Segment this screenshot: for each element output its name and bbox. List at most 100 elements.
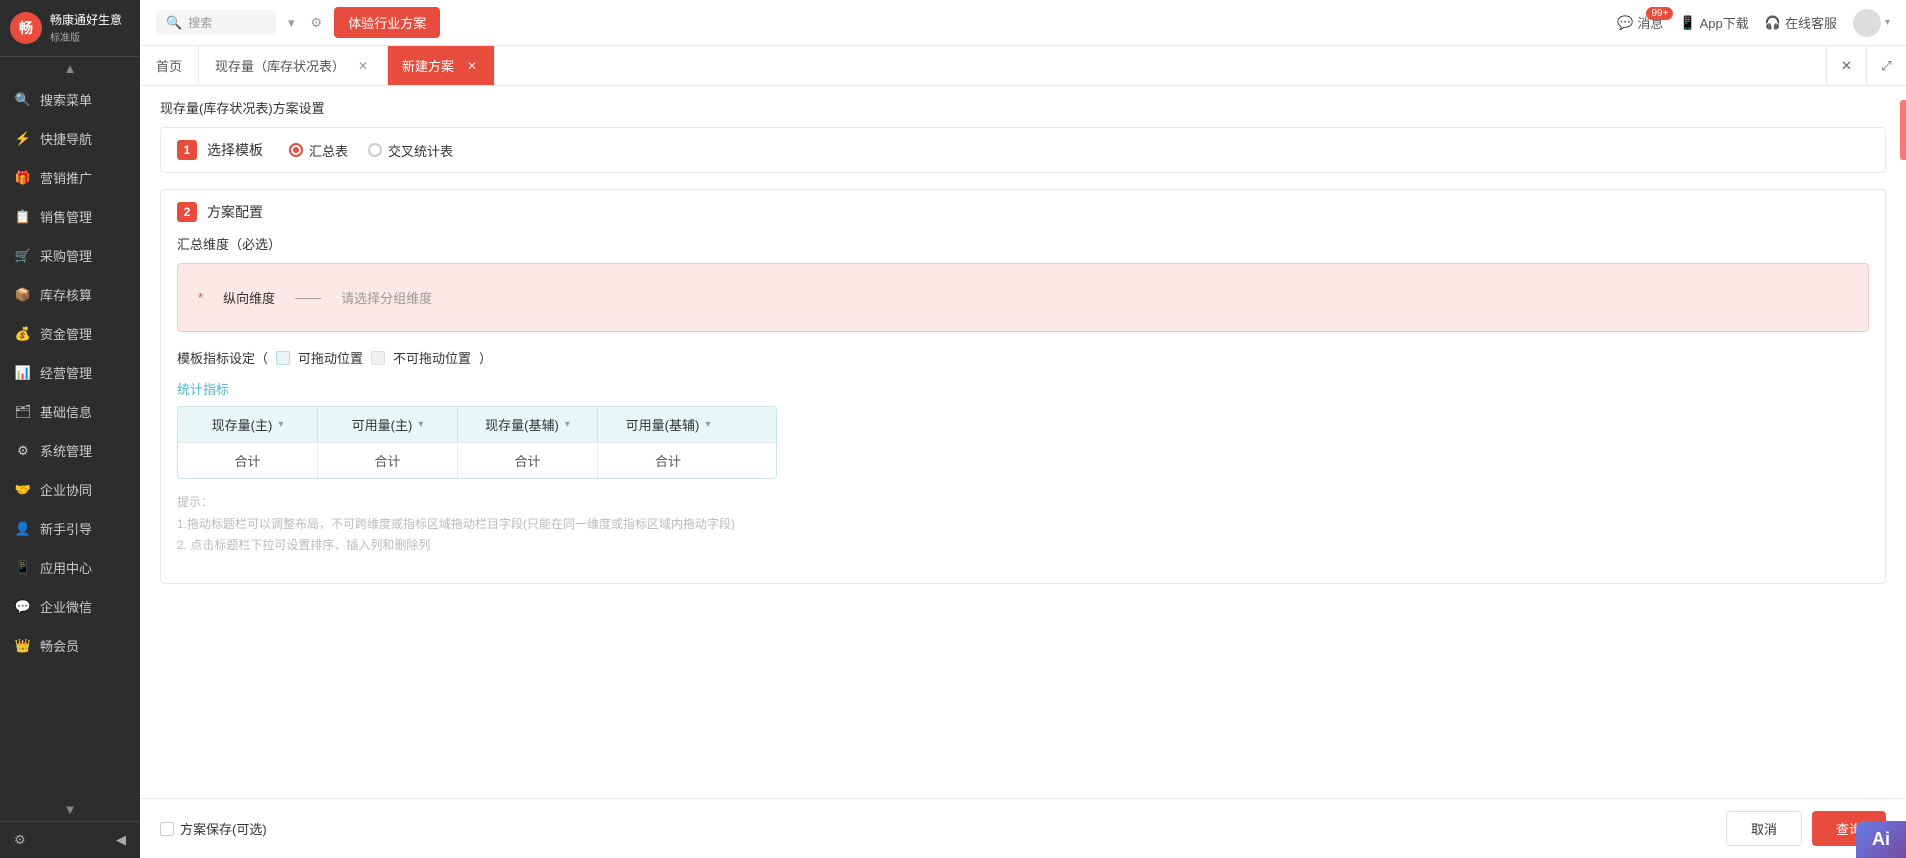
radio-cross-circle [368,143,382,157]
sidebar: 畅 畅康通好生意 标准版 ▲ 🔍 搜索菜单 ⚡ 快捷导航 🎁 营销推广 📋 销售… [0,0,140,858]
collapse-icon[interactable]: ◀ [116,832,126,848]
sales-icon: 📋 [14,208,32,226]
contract-icon: 🤝 [14,481,32,499]
sidebar-item-label: 企业协同 [40,480,92,499]
stats-table-header: 现存量(主) ▾ 可用量(主) ▾ 现存量(基辅) ▾ [178,407,776,442]
ai-badge[interactable]: Ai [1856,821,1906,858]
stats-col-2-label: 可用量(主) [352,415,413,434]
sidebar-item-label: 资金管理 [40,324,92,343]
tab-home[interactable]: 首页 [140,46,199,85]
message-btn[interactable]: 💬 消息 99+ [1617,13,1663,32]
operations-icon: 📊 [14,364,32,382]
sidebar-item-marketing[interactable]: 🎁 营销推广 [0,158,140,197]
stats-col-1[interactable]: 现存量(主) ▾ [178,407,318,442]
tab-new-scheme[interactable]: 新建方案 ✕ [388,46,495,85]
sidebar-item-app-center[interactable]: 📱 应用中心 [0,548,140,587]
save-option[interactable]: 方案保存(可选) [160,819,267,838]
indicator-settings-suffix: ） [479,348,492,367]
sidebar-scroll-up[interactable]: ▲ [0,57,140,80]
trial-btn[interactable]: 体验行业方案 [334,7,440,38]
sidebar-item-label: 快捷导航 [40,129,92,148]
tab-inventory-status[interactable]: 现存量（库存状况表） ✕ [199,46,388,85]
main-area: 🔍 搜索 ▾ ⚙ 体验行业方案 💬 消息 99+ 📱 App下载 🎧 在线客服 … [140,0,1906,858]
tab-inventory-close[interactable]: ✕ [355,58,371,74]
quick-nav-icon: ⚡ [14,130,32,148]
sidebar-item-label: 基础信息 [40,402,92,421]
sidebar-item-system[interactable]: ⚙ 系统管理 [0,431,140,470]
tab-expand-btn[interactable]: ⤢ [1866,46,1906,85]
topbar-search[interactable]: 🔍 搜索 [156,10,276,35]
tips-title: 提示： [177,495,213,509]
tips-area: 提示： 1.拖动标题栏可以调整布局，不可跨维度或指标区域拖动栏目字段(只能在同一… [177,482,1869,567]
indicator-settings: 模板指标设定（ 可拖动位置 不可拖动位置 ） [177,348,1869,367]
page-title: 现存量(库存状况表)方案设置 [160,86,1886,127]
radio-summary-label: 汇总表 [309,141,348,160]
sidebar-item-inventory[interactable]: 📦 库存核算 [0,275,140,314]
stats-col-1-chevron: ▾ [278,419,283,430]
footer-bar: 方案保存(可选) 取消 查询 [140,798,1906,858]
stats-cell-1: 合计 [178,443,318,478]
cancel-button[interactable]: 取消 [1726,811,1802,846]
topbar-dropdown-icon[interactable]: ▾ [288,15,295,31]
radio-summary-circle [289,143,303,157]
indicator-label: 模板指标设定（ 可拖动位置 不可拖动位置 ） [177,348,1869,367]
sidebar-logo: 畅 畅康通好生意 标准版 [0,0,140,57]
app-icon: 📱 [1679,15,1695,31]
tabs-right-buttons: ✕ ⤢ [1826,46,1906,85]
tab-new-scheme-close[interactable]: ✕ [464,58,480,74]
sidebar-scroll-down[interactable]: ▼ [0,798,140,821]
app-download-btn[interactable]: 📱 App下载 [1679,13,1748,32]
topbar-gear-icon[interactable]: ⚙ [311,15,323,31]
stats-col-4[interactable]: 可用量(基辅) ▾ [598,407,738,442]
sidebar-item-wechat[interactable]: 💬 企业微信 [0,587,140,626]
member-icon: 👑 [14,637,32,655]
sidebar-item-operations[interactable]: 📊 经营管理 [0,353,140,392]
resize-handle[interactable] [1900,100,1906,160]
stats-col-3-label: 现存量(基辅) [485,415,559,434]
sidebar-item-contract[interactable]: 🤝 企业协同 [0,470,140,509]
chevron-down-icon: ▾ [1885,17,1890,28]
stats-col-4-label: 可用量(基辅) [626,415,700,434]
non-draggable-label: 不可拖动位置 [393,348,471,367]
vertical-dimension-label: 纵向维度 [223,288,275,307]
tab-close-all-btn[interactable]: ✕ [1826,46,1866,85]
stats-table-row: 合计 合计 合计 合计 [178,442,776,478]
app-label: App下载 [1700,13,1749,32]
stats-col-3[interactable]: 现存量(基辅) ▾ [458,407,598,442]
logo-icon: 畅 [10,12,42,44]
sidebar-item-label: 营销推广 [40,168,92,187]
inventory-icon: 📦 [14,286,32,304]
app-center-icon: 📱 [14,559,32,577]
sidebar-item-finance[interactable]: 💰 资金管理 [0,314,140,353]
sidebar-item-newbie[interactable]: 👤 新手引导 [0,509,140,548]
step1-header: 1 选择模板 汇总表 交叉统计表 [161,128,1885,172]
stats-col-2[interactable]: 可用量(主) ▾ [318,407,458,442]
page-content: 现存量(库存状况表)方案设置 1 选择模板 汇总表 交叉统计表 [140,86,1906,620]
sidebar-nav: 🔍 搜索菜单 ⚡ 快捷导航 🎁 营销推广 📋 销售管理 🛒 采购管理 📦 库存核… [0,80,140,798]
marketing-icon: 🎁 [14,169,32,187]
topbar-right: 💬 消息 99+ 📱 App下载 🎧 在线客服 ▾ [1617,9,1890,37]
radio-cross[interactable]: 交叉统计表 [368,141,453,160]
sidebar-item-quick-nav[interactable]: ⚡ 快捷导航 [0,119,140,158]
sidebar-item-basic-info[interactable]: 🗂 基础信息 [0,392,140,431]
sidebar-item-purchase[interactable]: 🛒 采购管理 [0,236,140,275]
tip-1: 1.拖动标题栏可以调整布局，不可跨维度或指标区域拖动栏目字段(只能在同一维度或指… [177,514,1869,536]
save-checkbox[interactable] [160,822,174,836]
settings-icon[interactable]: ⚙ [14,832,26,848]
draggable-label: 可拖动位置 [298,348,363,367]
user-avatar[interactable]: ▾ [1853,9,1890,37]
sidebar-item-sales[interactable]: 📋 销售管理 [0,197,140,236]
vertical-dimension-placeholder[interactable]: 请选择分组维度 [341,288,432,307]
finance-icon: 💰 [14,325,32,343]
tab-new-scheme-label: 新建方案 [402,56,454,75]
logo-char: 畅 [19,18,33,38]
indicator-settings-text: 模板指标设定（ [177,348,268,367]
logo-title: 畅康通好生意 [50,12,122,29]
sidebar-item-search-menu[interactable]: 🔍 搜索菜单 [0,80,140,119]
radio-summary[interactable]: 汇总表 [289,141,348,160]
service-btn[interactable]: 🎧 在线客服 [1765,13,1837,32]
dimension-separator: —— [295,290,321,305]
basic-info-icon: 🗂 [14,403,32,421]
content-area: 现存量(库存状况表)方案设置 1 选择模板 汇总表 交叉统计表 [140,86,1906,798]
sidebar-item-member[interactable]: 👑 畅会员 [0,626,140,665]
